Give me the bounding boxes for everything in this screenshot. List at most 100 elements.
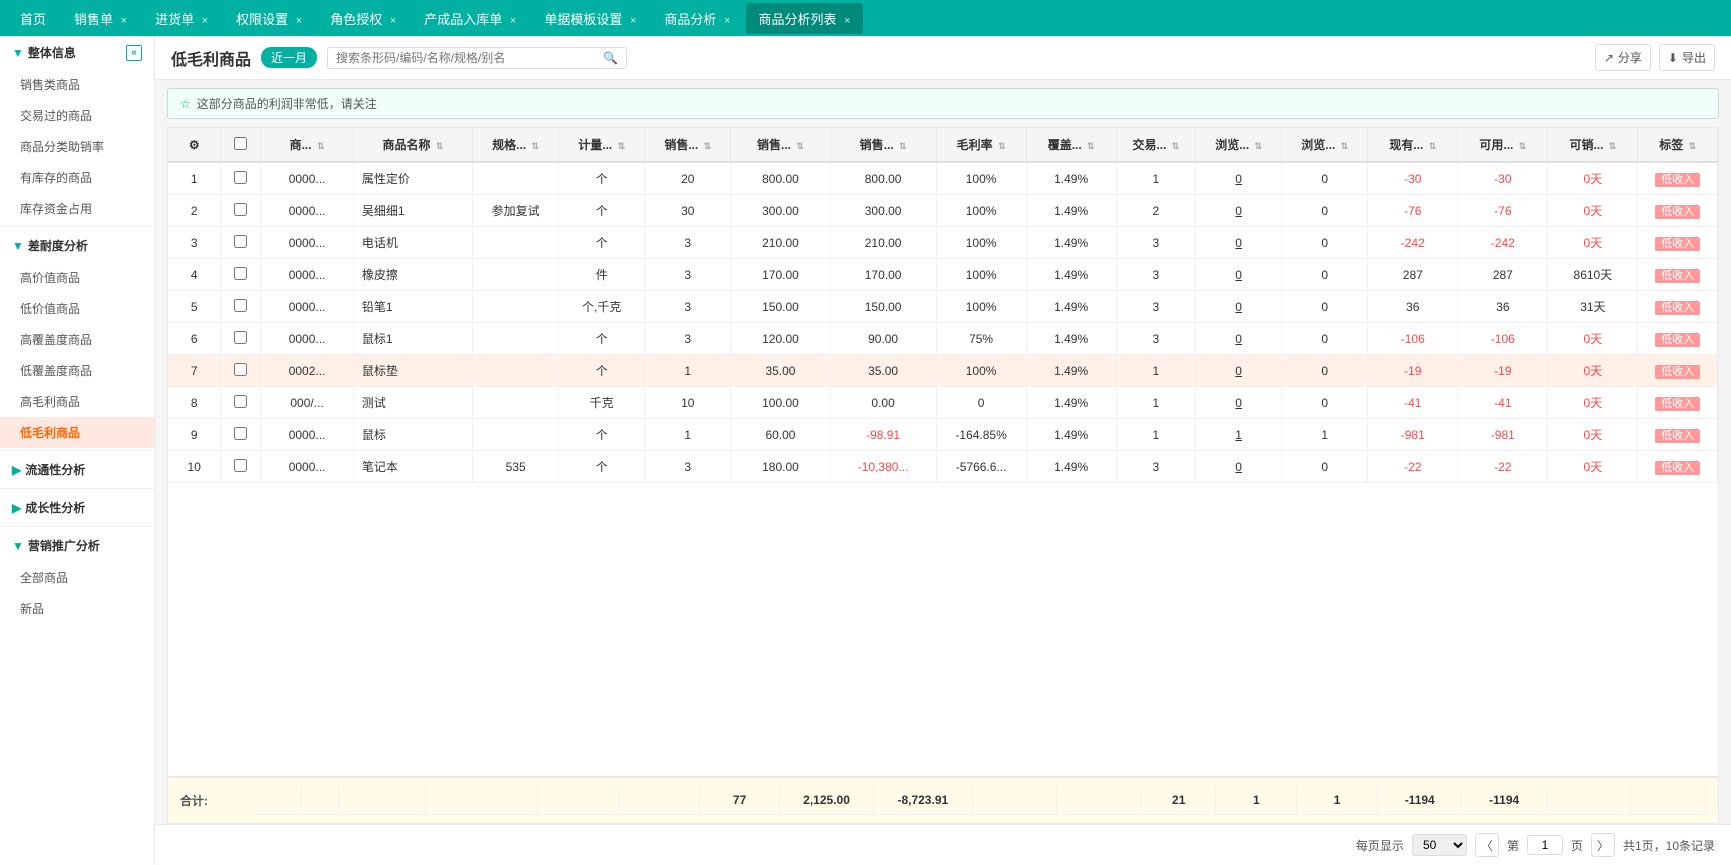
browse1-link[interactable]: 0 (1235, 364, 1242, 378)
row-browse1[interactable]: 1 (1196, 419, 1282, 451)
row-checkbox-cell[interactable] (221, 419, 261, 451)
sidebar-group-growth[interactable]: ▶ 成长性分析 (0, 491, 154, 524)
row-checkbox-cell[interactable] (221, 355, 261, 387)
prev-page-button[interactable]: 〈 (1475, 833, 1499, 857)
close-template-icon[interactable]: × (630, 15, 636, 27)
sidebar-item-in-stock[interactable]: 有库存的商品 (0, 162, 154, 193)
row-browse1[interactable]: 0 (1196, 451, 1282, 483)
col-saleable[interactable]: 可销... ⇅ (1548, 128, 1638, 162)
browse1-link[interactable]: 0 (1235, 460, 1242, 474)
nav-permission-settings[interactable]: 权限设置 × (224, 3, 314, 34)
row-checkbox[interactable] (234, 299, 247, 312)
close-permission-icon[interactable]: × (296, 15, 302, 27)
sidebar-item-capital[interactable]: 库存资金占用 (0, 193, 154, 224)
col-available[interactable]: 可用... ⇅ (1458, 128, 1548, 162)
row-checkbox-cell[interactable] (221, 195, 261, 227)
row-checkbox-cell[interactable] (221, 259, 261, 291)
row-checkbox[interactable] (234, 363, 247, 376)
row-browse1[interactable]: 0 (1196, 162, 1282, 195)
sidebar-item-traded-products[interactable]: 交易过的商品 (0, 100, 154, 131)
row-browse1[interactable]: 0 (1196, 355, 1282, 387)
row-browse1[interactable]: 0 (1196, 323, 1282, 355)
sidebar-item-all-products[interactable]: 全部商品 (0, 562, 154, 593)
search-input[interactable] (336, 51, 603, 65)
col-unit[interactable]: 计量... ⇅ (559, 128, 645, 162)
row-checkbox[interactable] (234, 235, 247, 248)
row-checkbox-cell[interactable] (221, 387, 261, 419)
sidebar-group-liquidity[interactable]: ▶ 流通性分析 (0, 453, 154, 486)
nav-sales-order[interactable]: 销售单 × (62, 3, 139, 34)
row-checkbox[interactable] (234, 171, 247, 184)
col-trade[interactable]: 交易... ⇅ (1116, 128, 1195, 162)
nav-analysis-list[interactable]: 商品分析列表 × (746, 3, 862, 34)
row-checkbox-cell[interactable] (221, 162, 261, 195)
browse1-link[interactable]: 0 (1235, 396, 1242, 410)
sidebar-item-sales-products[interactable]: 销售类商品 (0, 69, 154, 100)
sidebar-item-new-products[interactable]: 新品 (0, 593, 154, 624)
export-button[interactable]: ⬇ 导出 (1659, 44, 1715, 71)
close-role-auth-icon[interactable]: × (390, 15, 396, 27)
nav-product-inbound[interactable]: 产成品入库单 × (412, 3, 528, 34)
nav-template-settings[interactable]: 单据模板设置 × (532, 3, 648, 34)
row-browse1[interactable]: 0 (1196, 387, 1282, 419)
sidebar-item-low-margin[interactable]: 低毛利商品 (0, 417, 154, 448)
col-current[interactable]: 现有... ⇅ (1368, 128, 1458, 162)
col-browse2[interactable]: 浏览... ⇅ (1282, 128, 1368, 162)
browse1-link[interactable]: 0 (1235, 300, 1242, 314)
search-icon[interactable]: 🔍 (603, 51, 618, 65)
sidebar-item-low-value[interactable]: 低价值商品 (0, 293, 154, 324)
browse1-link[interactable]: 0 (1235, 204, 1242, 218)
row-checkbox[interactable] (234, 459, 247, 472)
nav-role-auth[interactable]: 角色授权 × (318, 3, 408, 34)
browse1-link[interactable]: 0 (1235, 236, 1242, 250)
row-checkbox[interactable] (234, 331, 247, 344)
col-browse1[interactable]: 浏览... ⇅ (1196, 128, 1282, 162)
col-spec[interactable]: 规格... ⇅ (473, 128, 559, 162)
page-number-input[interactable] (1527, 835, 1563, 855)
row-checkbox[interactable] (234, 395, 247, 408)
nav-product-analysis[interactable]: 商品分析 × (652, 3, 742, 34)
sidebar-item-category-assist[interactable]: 商品分类助销率 (0, 131, 154, 162)
browse1-link[interactable]: 1 (1235, 428, 1242, 442)
col-sales2[interactable]: 销售... ⇅ (731, 128, 830, 162)
nav-home[interactable]: 首页 (8, 3, 58, 34)
row-browse1[interactable]: 0 (1196, 227, 1282, 259)
next-page-button[interactable]: 〉 (1591, 833, 1615, 857)
select-all-checkbox[interactable] (234, 137, 247, 150)
close-product-inbound-icon[interactable]: × (510, 15, 516, 27)
browse1-link[interactable]: 0 (1235, 268, 1242, 282)
browse1-link[interactable]: 0 (1235, 172, 1242, 186)
sidebar-group-tolerance[interactable]: ▼ 差耐度分析 (0, 229, 154, 262)
sidebar-item-low-coverage[interactable]: 低覆盖度商品 (0, 355, 154, 386)
col-sales3[interactable]: 销售... ⇅ (830, 128, 936, 162)
close-analysis-icon[interactable]: × (724, 15, 730, 27)
row-checkbox[interactable] (234, 267, 247, 280)
col-settings[interactable]: ⚙ (168, 128, 221, 162)
row-checkbox[interactable] (234, 203, 247, 216)
row-checkbox-cell[interactable] (221, 323, 261, 355)
row-checkbox-cell[interactable] (221, 291, 261, 323)
filter-tag-recent[interactable]: 近一月 (261, 47, 317, 68)
close-analysis-list-icon[interactable]: × (844, 15, 850, 27)
search-box[interactable]: 🔍 (327, 47, 627, 69)
sidebar-item-high-coverage[interactable]: 高覆盖度商品 (0, 324, 154, 355)
nav-purchase-order[interactable]: 进货单 × (143, 3, 220, 34)
row-checkbox-cell[interactable] (221, 451, 261, 483)
share-button[interactable]: ↗ 分享 (1595, 44, 1651, 71)
sidebar-group-marketing[interactable]: ▼ 营销推广分析 (0, 529, 154, 562)
collapse-overall-icon[interactable]: « (126, 45, 142, 61)
browse1-link[interactable]: 0 (1235, 332, 1242, 346)
sidebar-item-high-value[interactable]: 高价值商品 (0, 262, 154, 293)
col-tag[interactable]: 标签 ⇅ (1638, 128, 1718, 162)
row-browse1[interactable]: 0 (1196, 291, 1282, 323)
row-browse1[interactable]: 0 (1196, 195, 1282, 227)
col-sales1[interactable]: 销售... ⇅ (645, 128, 731, 162)
row-checkbox[interactable] (234, 427, 247, 440)
col-code[interactable]: 商... ⇅ (261, 128, 354, 162)
col-margin[interactable]: 毛利率 ⇅ (936, 128, 1026, 162)
col-checkbox[interactable] (221, 128, 261, 162)
page-size-select[interactable]: 50 100 200 (1412, 834, 1467, 856)
row-browse1[interactable]: 0 (1196, 259, 1282, 291)
close-sales-order-icon[interactable]: × (121, 15, 127, 27)
sidebar-item-high-margin[interactable]: 高毛利商品 (0, 386, 154, 417)
